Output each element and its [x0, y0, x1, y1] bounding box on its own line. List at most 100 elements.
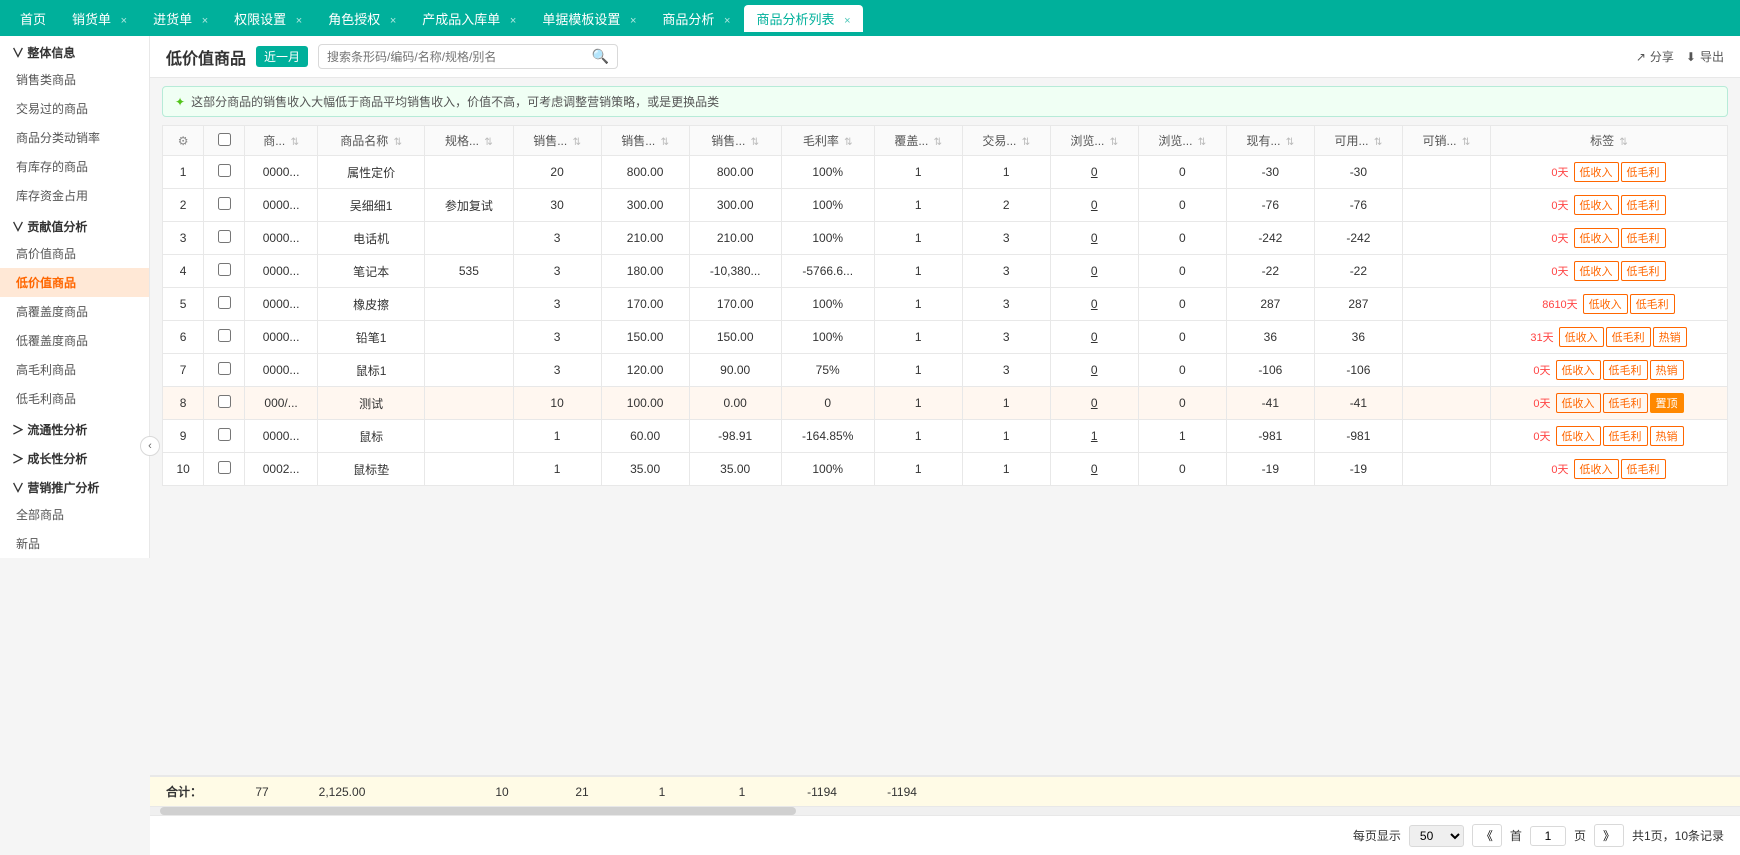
row-checkbox[interactable] — [218, 428, 231, 441]
views-link[interactable]: 0 — [1091, 297, 1098, 311]
close-icon[interactable]: × — [724, 15, 730, 27]
close-icon[interactable]: × — [390, 15, 396, 27]
row-checkbox[interactable] — [218, 230, 231, 243]
nav-role-auth[interactable]: 角色授权 × — [316, 5, 408, 32]
last-page-button[interactable]: 》 — [1594, 824, 1624, 847]
th-views1[interactable]: 浏览... ⇅ — [1050, 126, 1138, 156]
cell-views1[interactable]: 0 — [1050, 255, 1138, 288]
sidebar-group-marketing[interactable]: ∨ 营销推广分析 — [0, 471, 149, 500]
th-gear[interactable]: ⚙ — [163, 126, 204, 156]
nav-product-analysis[interactable]: 商品分析 × — [650, 5, 742, 32]
cell-views1[interactable]: 0 — [1050, 387, 1138, 420]
th-code[interactable]: 商... ⇅ — [245, 126, 318, 156]
share-button[interactable]: ↗ 分享 — [1636, 48, 1674, 65]
select-all-checkbox[interactable] — [218, 133, 231, 146]
row-checkbox[interactable] — [218, 164, 231, 177]
row-checkbox[interactable] — [218, 461, 231, 474]
row-checkbox[interactable] — [218, 395, 231, 408]
sidebar-item-sales-products[interactable]: 销售类商品 — [0, 65, 149, 94]
row-checkbox[interactable] — [218, 197, 231, 210]
first-page-button[interactable]: 《 — [1472, 824, 1502, 847]
sidebar-item-low-margin[interactable]: 低毛利商品 — [0, 384, 149, 413]
th-current-stock[interactable]: 现有... ⇅ — [1226, 126, 1314, 156]
row-checkbox[interactable] — [218, 296, 231, 309]
th-sales-cost[interactable]: 销售... ⇅ — [689, 126, 781, 156]
views-link[interactable]: 0 — [1091, 198, 1098, 212]
cell-checkbox[interactable] — [204, 222, 245, 255]
th-transactions[interactable]: 交易... ⇅ — [962, 126, 1050, 156]
sidebar-group-circulation[interactable]: ＞ 流通性分析 — [0, 413, 149, 442]
search-icon[interactable]: 🔍 — [592, 48, 609, 65]
cell-checkbox[interactable] — [204, 387, 245, 420]
cell-views1[interactable]: 0 — [1050, 222, 1138, 255]
th-spec[interactable]: 规格... ⇅ — [425, 126, 513, 156]
nav-sales-order[interactable]: 销货单 × — [60, 5, 139, 32]
th-margin[interactable]: 毛利率 ⇅ — [781, 126, 874, 156]
cell-views1[interactable]: 0 — [1050, 354, 1138, 387]
cell-checkbox[interactable] — [204, 354, 245, 387]
sidebar-item-high-coverage[interactable]: 高覆盖度商品 — [0, 297, 149, 326]
views-link[interactable]: 0 — [1091, 165, 1098, 179]
sidebar-item-new-products[interactable]: 新品 — [0, 529, 149, 558]
close-icon[interactable]: × — [121, 15, 127, 27]
cell-checkbox[interactable] — [204, 288, 245, 321]
sidebar-item-low-coverage[interactable]: 低覆盖度商品 — [0, 326, 149, 355]
sidebar-group-overall[interactable]: ∨ 整体信息 — [0, 36, 149, 65]
cell-checkbox[interactable] — [204, 453, 245, 486]
per-page-select[interactable]: 50 20 100 — [1409, 825, 1464, 847]
views-link[interactable]: 1 — [1091, 429, 1098, 443]
nav-template-settings[interactable]: 单据模板设置 × — [530, 5, 648, 32]
cell-checkbox[interactable] — [204, 156, 245, 189]
row-checkbox[interactable] — [218, 263, 231, 276]
sidebar-item-all-products[interactable]: 全部商品 — [0, 500, 149, 529]
cell-views1[interactable]: 0 — [1050, 288, 1138, 321]
views-link[interactable]: 0 — [1091, 396, 1098, 410]
sidebar-item-traded-products[interactable]: 交易过的商品 — [0, 94, 149, 123]
page-number-input[interactable] — [1530, 826, 1566, 846]
th-coverage[interactable]: 覆盖... ⇅ — [874, 126, 962, 156]
th-name[interactable]: 商品名称 ⇅ — [318, 126, 425, 156]
th-available[interactable]: 可用... ⇅ — [1314, 126, 1402, 156]
cell-checkbox[interactable] — [204, 420, 245, 453]
views-link[interactable]: 0 — [1091, 264, 1098, 278]
nav-product-warehouse[interactable]: 产成品入库单 × — [410, 5, 528, 32]
sidebar-item-high-value[interactable]: 高价值商品 — [0, 239, 149, 268]
cell-views1[interactable]: 0 — [1050, 453, 1138, 486]
views-link[interactable]: 0 — [1091, 231, 1098, 245]
close-icon[interactable]: × — [630, 15, 636, 27]
views-link[interactable]: 0 — [1091, 330, 1098, 344]
sidebar-collapse-button[interactable]: ‹ — [140, 436, 160, 456]
th-sales-amount[interactable]: 销售... ⇅ — [601, 126, 689, 156]
th-sellable[interactable]: 可销... ⇅ — [1402, 126, 1490, 156]
cell-checkbox[interactable] — [204, 189, 245, 222]
nav-permission[interactable]: 权限设置 × — [222, 5, 314, 32]
nav-home[interactable]: 首页 — [8, 5, 58, 32]
cell-checkbox[interactable] — [204, 255, 245, 288]
th-tags[interactable]: 标签 ⇅ — [1490, 126, 1727, 156]
cell-views1[interactable]: 1 — [1050, 420, 1138, 453]
views-link[interactable]: 0 — [1091, 363, 1098, 377]
sidebar-item-low-value[interactable]: 低价值商品 — [0, 268, 149, 297]
nav-product-analysis-list[interactable]: 商品分析列表 × — [744, 5, 862, 32]
close-icon[interactable]: × — [510, 15, 516, 27]
sidebar-group-growth[interactable]: ＞ 成长性分析 — [0, 442, 149, 471]
nav-purchase-order[interactable]: 进货单 × — [141, 5, 220, 32]
cell-views1[interactable]: 0 — [1050, 156, 1138, 189]
th-checkbox[interactable] — [204, 126, 245, 156]
cell-views1[interactable]: 0 — [1050, 189, 1138, 222]
close-icon[interactable]: × — [202, 15, 208, 27]
search-input[interactable] — [327, 50, 586, 64]
export-button[interactable]: ⬇ 导出 — [1686, 48, 1724, 65]
sidebar-item-inventory-capital[interactable]: 库存资金占用 — [0, 181, 149, 210]
close-icon[interactable]: × — [296, 15, 302, 27]
th-sales-qty[interactable]: 销售... ⇅ — [513, 126, 601, 156]
close-icon[interactable]: × — [844, 15, 850, 27]
row-checkbox[interactable] — [218, 329, 231, 342]
views-link[interactable]: 0 — [1091, 462, 1098, 476]
cell-checkbox[interactable] — [204, 321, 245, 354]
sidebar-group-contribution[interactable]: ∨ 贡献值分析 — [0, 210, 149, 239]
sidebar-item-category-sales[interactable]: 商品分类动销率 — [0, 123, 149, 152]
row-checkbox[interactable] — [218, 362, 231, 375]
th-views2[interactable]: 浏览... ⇅ — [1138, 126, 1226, 156]
cell-views1[interactable]: 0 — [1050, 321, 1138, 354]
